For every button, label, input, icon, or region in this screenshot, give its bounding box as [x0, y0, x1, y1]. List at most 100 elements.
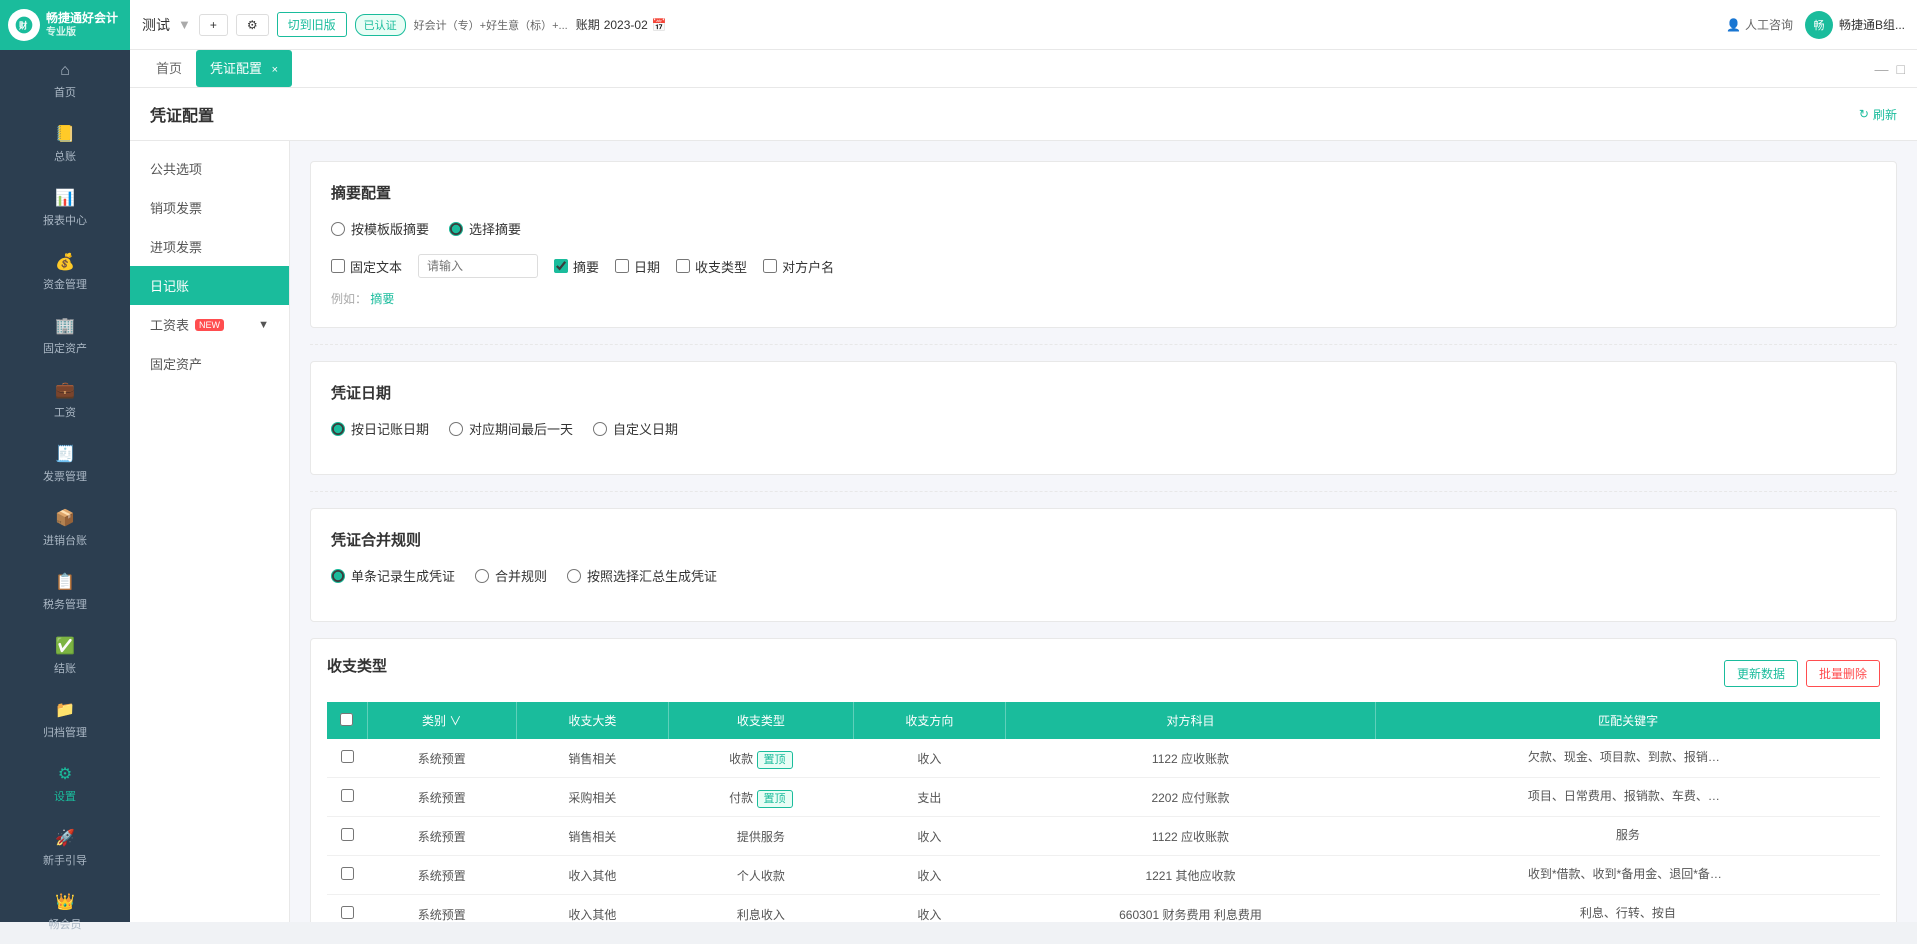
radio-custom-date[interactable]: 自定义日期: [593, 419, 678, 438]
select-all-checkbox[interactable]: [340, 713, 353, 726]
service-button[interactable]: 👤 人工咨询: [1726, 16, 1793, 33]
date-checkbox[interactable]: 日期: [615, 257, 660, 276]
radio-select[interactable]: 选择摘要: [449, 219, 521, 238]
row-direction: 收入: [853, 895, 1005, 923]
radio-last-day[interactable]: 对应期间最后一天: [449, 419, 573, 438]
page-header: 凭证配置 ↻ 刷新: [130, 88, 1917, 141]
topbar-right: 👤 人工咨询 畅 畅捷通B组...: [1726, 11, 1905, 39]
left-menu-item-diary[interactable]: 日记账: [130, 266, 289, 305]
table-row: 系统预置 收入其他 个人收款 收入 1221 其他应收款 收到*借款、收到*备用…: [327, 856, 1880, 895]
summary-config-title: 摘要配置: [331, 182, 1876, 203]
main-area: 测试 ▼ + ⚙ 切到旧版 已认证 好会计（专）+好生意（标）+... 账期 2…: [130, 0, 1917, 922]
content-layout: 公共选项 销项发票 进项发票 日记账 工资表 NEW ▼: [130, 141, 1917, 922]
maximize-button[interactable]: □: [1897, 61, 1905, 77]
sidebar-item-tax[interactable]: 📋 税务管理: [0, 560, 130, 624]
user-menu[interactable]: 畅 畅捷通B组...: [1805, 11, 1905, 39]
voucher-date-section: 凭证日期 按日记账日期 对应期间最后一天 自定义日期: [310, 361, 1897, 475]
left-menu-item-public[interactable]: 公共选项: [130, 149, 289, 188]
radio-merge-rule[interactable]: 合并规则: [475, 566, 547, 585]
page-title: 凭证配置: [150, 102, 214, 126]
guide-icon: 🚀: [55, 828, 75, 848]
sidebar-item-guide[interactable]: 🚀 新手引导: [0, 816, 130, 880]
row-keywords: 欠款、现金、项目款、到款、报销款、汇入、...: [1376, 739, 1880, 778]
payment-type-section: 收支类型 更新数据 批量删除 类别 ∨: [310, 638, 1897, 922]
summary-config-section: 摘要配置 按模板版摘要 选择摘要: [310, 161, 1897, 328]
sidebar: 财 畅捷通好会计 专业版 ⌂ 首页 📒 总账 📊 报表中心 💰 资金管理 🏢 固…: [0, 0, 130, 922]
fund-icon: 💰: [55, 252, 75, 272]
username: 畅捷通B组...: [1839, 16, 1905, 33]
topbar-period: 账期 2023-02 📅: [576, 16, 667, 33]
left-menu-item-assets[interactable]: 固定资产: [130, 344, 289, 383]
settlement-icon: ✅: [55, 636, 75, 656]
counterpart-checkbox[interactable]: 对方户名: [763, 257, 834, 276]
tab-config[interactable]: 凭证配置 ×: [196, 50, 292, 87]
minimize-button[interactable]: —: [1875, 61, 1889, 77]
certified-badge: 已认证: [355, 14, 406, 36]
voucher-date-radio-group: 按日记账日期 对应期间最后一天 自定义日期: [331, 419, 1876, 438]
switch-old-version-button[interactable]: 切到旧版: [277, 12, 347, 37]
radio-template[interactable]: 按模板版摘要: [331, 219, 429, 238]
sidebar-item-member[interactable]: 👑 畅会员: [0, 880, 130, 944]
radio-diary-date[interactable]: 按日记账日期: [331, 419, 429, 438]
sidebar-item-assets[interactable]: 🏢 固定资产: [0, 304, 130, 368]
row-keywords: 服务: [1376, 817, 1880, 856]
batch-delete-button[interactable]: 批量删除: [1806, 660, 1880, 687]
left-menu: 公共选项 销项发票 进项发票 日记账 工资表 NEW ▼: [130, 141, 290, 922]
sidebar-item-fund[interactable]: 💰 资金管理: [0, 240, 130, 304]
table-row: 系统预置 收入其他 利息收入 收入 660301 财务费用 利息费用 利息、行转…: [327, 895, 1880, 923]
sidebar-item-invoice[interactable]: 🧾 发票管理: [0, 432, 130, 496]
row-subject: 660301 财务费用 利息费用: [1005, 895, 1376, 923]
sidebar-item-ledger[interactable]: 📒 总账: [0, 112, 130, 176]
fixed-text-checkbox[interactable]: 固定文本: [331, 257, 402, 276]
payment-type-title: 收支类型: [327, 655, 387, 676]
example-text: 例如： 摘要: [331, 290, 1876, 307]
topbar-arrow: ▼: [178, 17, 191, 32]
row-category: 系统预置: [367, 856, 516, 895]
col-checkbox: [327, 702, 367, 739]
col-major: 收支大类: [516, 702, 668, 739]
summary-checkbox-row: 固定文本 摘要 日期 收支类型: [331, 254, 1876, 278]
fixed-text-input[interactable]: [418, 254, 538, 278]
payment-type-checkbox[interactable]: 收支类型: [676, 257, 747, 276]
sidebar-item-settlement[interactable]: ✅ 结账: [0, 624, 130, 688]
add-button[interactable]: +: [199, 14, 228, 36]
tab-home[interactable]: 首页: [142, 50, 196, 87]
radio-single-record[interactable]: 单条记录生成凭证: [331, 566, 455, 585]
row-keywords: 项目、日常费用、报销款、车费、承兑汇票、付款: [1376, 778, 1880, 817]
settings-button[interactable]: ⚙: [236, 14, 269, 36]
sidebar-item-settings[interactable]: ⚙ 设置: [0, 752, 130, 816]
close-tab-button[interactable]: ×: [272, 64, 278, 76]
update-data-button[interactable]: 更新数据: [1724, 660, 1798, 687]
row-checkbox-cell: [327, 856, 367, 895]
refresh-button[interactable]: ↻ 刷新: [1859, 106, 1897, 123]
topbar-title: 测试: [142, 15, 170, 35]
logo-icon: 财: [8, 9, 40, 41]
left-menu-item-purchase[interactable]: 进项发票: [130, 227, 289, 266]
left-menu-item-sales[interactable]: 销项发票: [130, 188, 289, 227]
row-category: 系统预置: [367, 817, 516, 856]
left-menu-item-salary[interactable]: 工资表 NEW ▼: [130, 305, 289, 344]
row-keywords: 收到*借款、收到*备用金、退回*备用金、个人: [1376, 856, 1880, 895]
row-direction: 收入: [853, 856, 1005, 895]
summary-checkbox[interactable]: 摘要: [554, 257, 599, 276]
row-type: 个人收款: [668, 856, 853, 895]
radio-summary-voucher[interactable]: 按照选择汇总生成凭证: [567, 566, 717, 585]
top-tag: 置顶: [757, 790, 793, 808]
archive-icon: 📁: [55, 700, 75, 720]
sidebar-item-purchase[interactable]: 📦 进销台账: [0, 496, 130, 560]
row-major: 销售相关: [516, 817, 668, 856]
logo-text: 畅捷通好会计 专业版: [46, 11, 118, 40]
member-icon: 👑: [55, 892, 75, 912]
row-category: 系统预置: [367, 895, 516, 923]
merge-rule-radio-group: 单条记录生成凭证 合并规则 按照选择汇总生成凭证: [331, 566, 1876, 585]
row-checkbox-cell: [327, 778, 367, 817]
sidebar-item-report[interactable]: 📊 报表中心: [0, 176, 130, 240]
sidebar-item-archive[interactable]: 📁 归档管理: [0, 688, 130, 752]
row-type: 收款 置顶: [668, 739, 853, 778]
row-subject: 1122 应收账款: [1005, 739, 1376, 778]
row-type: 付款 置顶: [668, 778, 853, 817]
row-type: 利息收入: [668, 895, 853, 923]
row-subject: 1122 应收账款: [1005, 817, 1376, 856]
sidebar-item-home[interactable]: ⌂ 首页: [0, 50, 130, 112]
sidebar-item-salary[interactable]: 💼 工资: [0, 368, 130, 432]
